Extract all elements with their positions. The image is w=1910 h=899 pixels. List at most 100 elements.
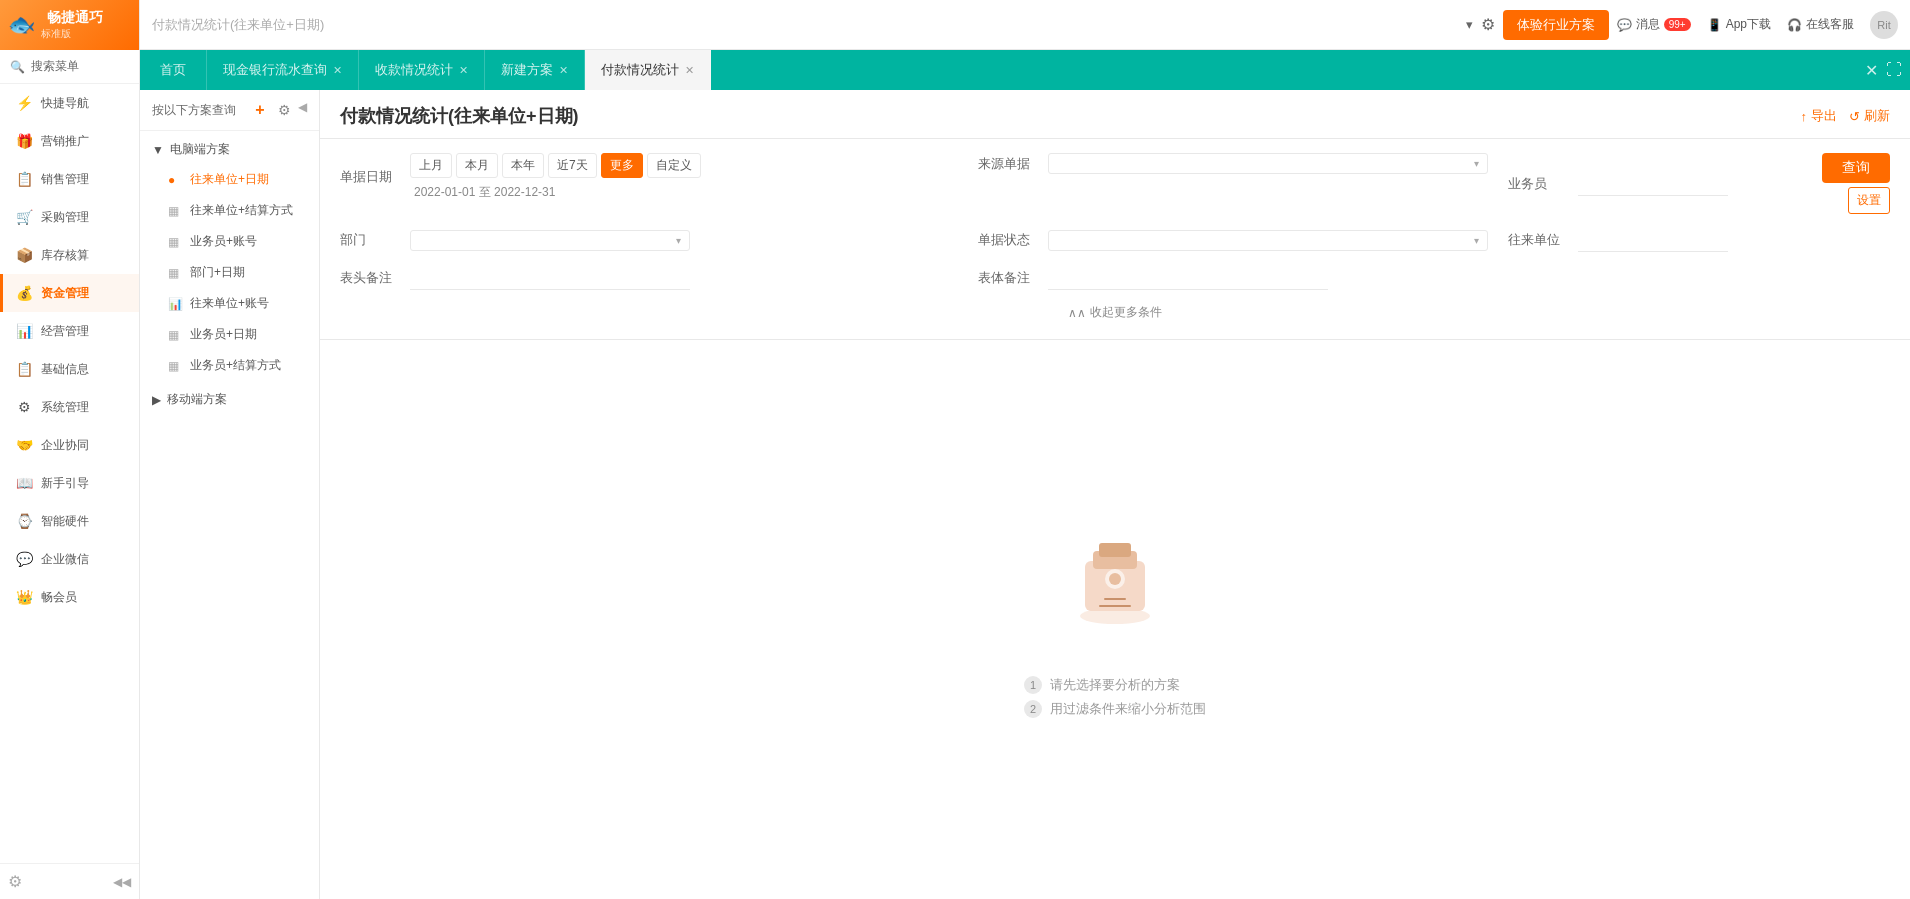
scheme-panel-header: 按以下方案查询 + ⚙ ◀ xyxy=(140,90,319,131)
sidebar-collapse-icon[interactable]: ◀◀ xyxy=(113,875,131,889)
online-service-action[interactable]: 🎧 在线客服 xyxy=(1787,16,1854,33)
user-avatar[interactable]: Rit xyxy=(1870,11,1898,39)
scheme-panel-title: 按以下方案查询 xyxy=(152,102,250,119)
partner-input[interactable] xyxy=(1578,228,1728,252)
sidebar-search-label: 搜索菜单 xyxy=(31,58,79,75)
tab-payment-stats-close[interactable]: ✕ xyxy=(685,65,694,76)
date-btn-custom[interactable]: 自定义 xyxy=(647,153,701,178)
date-btn-7days[interactable]: 近7天 xyxy=(548,153,597,178)
export-icon: ↑ xyxy=(1801,109,1808,124)
tab-collection-stats-close[interactable]: ✕ xyxy=(459,65,468,76)
settings-link[interactable]: 设置 xyxy=(1848,187,1890,214)
source-select[interactable]: ▾ xyxy=(1048,153,1488,174)
date-range-display: 2022-01-01 至 2022-12-31 xyxy=(414,185,555,199)
date-btn-last-month[interactable]: 上月 xyxy=(410,153,452,178)
sidebar-item-basic-info[interactable]: 📋 基础信息 xyxy=(0,350,139,388)
app-download-action[interactable]: 📱 App下载 xyxy=(1707,16,1771,33)
scheme-desktop-group-header[interactable]: ▼ 电脑端方案 xyxy=(140,135,319,164)
sidebar-item-member[interactable]: 👑 畅会员 xyxy=(0,578,139,616)
scheme-item-icon: ▦ xyxy=(168,235,184,249)
topbar-settings-icon[interactable]: ⚙ xyxy=(1481,15,1495,34)
topbar-actions: 💬 消息 99+ 📱 App下载 🎧 在线客服 Rit xyxy=(1617,11,1898,39)
page-title: 付款情况统计(往来单位+日期) xyxy=(340,104,1801,128)
sidebar-item-beginner[interactable]: 📖 新手引导 xyxy=(0,464,139,502)
quick-nav-icon: ⚡ xyxy=(15,94,33,112)
empty-tip-1-text: 请先选择要分析的方案 xyxy=(1050,676,1180,694)
sidebar-item-operations[interactable]: 📊 经营管理 xyxy=(0,312,139,350)
sidebar-item-sales[interactable]: 📋 销售管理 xyxy=(0,160,139,198)
topbar-dropdown-icon[interactable]: ▾ xyxy=(1466,17,1473,32)
tab-collection-stats-label: 收款情况统计 xyxy=(375,61,453,79)
collapse-filter-btn[interactable]: ∧∧ 收起更多条件 xyxy=(1058,300,1172,325)
export-btn[interactable]: ↑ 导出 xyxy=(1801,107,1838,125)
scheme-item-staff-account[interactable]: ▦ 业务员+账号 xyxy=(140,226,319,257)
tab-cash-flow[interactable]: 现金银行流水查询 ✕ xyxy=(207,50,359,90)
query-btn[interactable]: 查询 xyxy=(1822,153,1890,183)
sidebar-item-finance[interactable]: 💰 资金管理 xyxy=(0,274,139,312)
tip-num-2: 2 xyxy=(1024,700,1042,718)
body-note-input[interactable] xyxy=(1048,266,1328,290)
sidebar-item-quick-nav[interactable]: ⚡ 快捷导航 xyxy=(0,84,139,122)
refresh-btn[interactable]: ↺ 刷新 xyxy=(1849,107,1890,125)
scheme-item-staff-date[interactable]: ▦ 业务员+日期 xyxy=(140,319,319,350)
scheme-item-label: 往来单位+结算方式 xyxy=(190,202,293,219)
sidebar-settings-icon[interactable]: ⚙ xyxy=(8,872,22,891)
voucher-status-select[interactable]: ▾ xyxy=(1048,230,1488,251)
sidebar-header: 🐟 畅捷通巧 标准版 xyxy=(0,0,139,50)
inventory-icon: 📦 xyxy=(15,246,33,264)
scheme-mobile-group[interactable]: ▶ 移动端方案 xyxy=(140,385,319,414)
tab-cash-flow-close[interactable]: ✕ xyxy=(333,65,342,76)
avatar-text: Rit xyxy=(1877,19,1890,31)
tab-close-all-icon[interactable]: ✕ xyxy=(1865,61,1878,80)
purchase-icon: 🛒 xyxy=(15,208,33,226)
message-action[interactable]: 💬 消息 99+ xyxy=(1617,16,1691,33)
date-btn-this-month[interactable]: 本月 xyxy=(456,153,498,178)
sidebar-item-label: 资金管理 xyxy=(41,285,89,302)
date-btn-this-year[interactable]: 本年 xyxy=(502,153,544,178)
sidebar-search-item[interactable]: 🔍 搜索菜单 xyxy=(0,50,139,84)
collapse-icon: ∧∧ xyxy=(1068,306,1086,320)
salesman-input[interactable] xyxy=(1578,172,1728,196)
content-area: 按以下方案查询 + ⚙ ◀ ▼ 电脑端方案 ● 往来单位+日期 xyxy=(140,90,1910,899)
scheme-item-label: 往来单位+账号 xyxy=(190,295,269,312)
scheme-item-dept-date[interactable]: ▦ 部门+日期 xyxy=(140,257,319,288)
scheme-item-unit-settlement[interactable]: ▦ 往来单位+结算方式 xyxy=(140,195,319,226)
sidebar-version-text: 标准版 xyxy=(41,27,103,41)
sidebar-item-purchase[interactable]: 🛒 采购管理 xyxy=(0,198,139,236)
date-label: 单据日期 xyxy=(340,168,410,186)
sidebar-item-inventory[interactable]: 📦 库存核算 xyxy=(0,236,139,274)
scheme-item-icon: ▦ xyxy=(168,359,184,373)
scheme-panel-collapse-btn[interactable]: ◀ xyxy=(298,100,307,120)
trial-btn[interactable]: 体验行业方案 xyxy=(1503,10,1609,40)
sidebar-item-enterprise[interactable]: 🤝 企业协同 xyxy=(0,426,139,464)
sidebar-item-wechat[interactable]: 💬 企业微信 xyxy=(0,540,139,578)
sidebar-item-marketing[interactable]: 🎁 营销推广 xyxy=(0,122,139,160)
marketing-icon: 🎁 xyxy=(15,132,33,150)
tab-bar-end: ✕ ⛶ xyxy=(1865,61,1910,80)
tab-home[interactable]: 首页 xyxy=(140,50,207,90)
source-select-arrow: ▾ xyxy=(1474,158,1479,169)
header-note-input[interactable] xyxy=(410,266,690,290)
dept-select[interactable]: ▾ xyxy=(410,230,690,251)
refresh-icon: ↺ xyxy=(1849,109,1860,124)
scheme-item-staff-settlement[interactable]: ▦ 业务员+结算方式 xyxy=(140,350,319,381)
scheme-item-unit-account[interactable]: 📊 往来单位+账号 xyxy=(140,288,319,319)
date-btn-more[interactable]: 更多 xyxy=(601,153,643,178)
tab-new-scheme[interactable]: 新建方案 ✕ xyxy=(485,50,585,90)
partner-label: 往来单位 xyxy=(1508,231,1578,249)
sidebar-item-system[interactable]: ⚙ 系统管理 xyxy=(0,388,139,426)
source-label: 来源单据 xyxy=(978,155,1048,173)
tab-expand-icon[interactable]: ⛶ xyxy=(1886,61,1902,79)
scheme-add-btn[interactable]: + xyxy=(250,100,270,120)
scheme-item-unit-date[interactable]: ● 往来单位+日期 xyxy=(140,164,319,195)
mobile-group-expand-icon: ▶ xyxy=(152,393,161,407)
sidebar-item-label: 基础信息 xyxy=(41,361,89,378)
tab-new-scheme-close[interactable]: ✕ xyxy=(559,65,568,76)
tab-payment-stats[interactable]: 付款情况统计 ✕ xyxy=(585,50,711,90)
empty-tip-2: 2 用过滤条件来缩小分析范围 xyxy=(1024,700,1206,718)
tab-collection-stats[interactable]: 收款情况统计 ✕ xyxy=(359,50,485,90)
main-area: 付款情况统计(往来单位+日期) ▾ ⚙ 体验行业方案 💬 消息 99+ 📱 Ap… xyxy=(140,0,1910,899)
basic-info-icon: 📋 xyxy=(15,360,33,378)
scheme-settings-btn[interactable]: ⚙ xyxy=(274,100,294,120)
sidebar-item-hardware[interactable]: ⌚ 智能硬件 xyxy=(0,502,139,540)
